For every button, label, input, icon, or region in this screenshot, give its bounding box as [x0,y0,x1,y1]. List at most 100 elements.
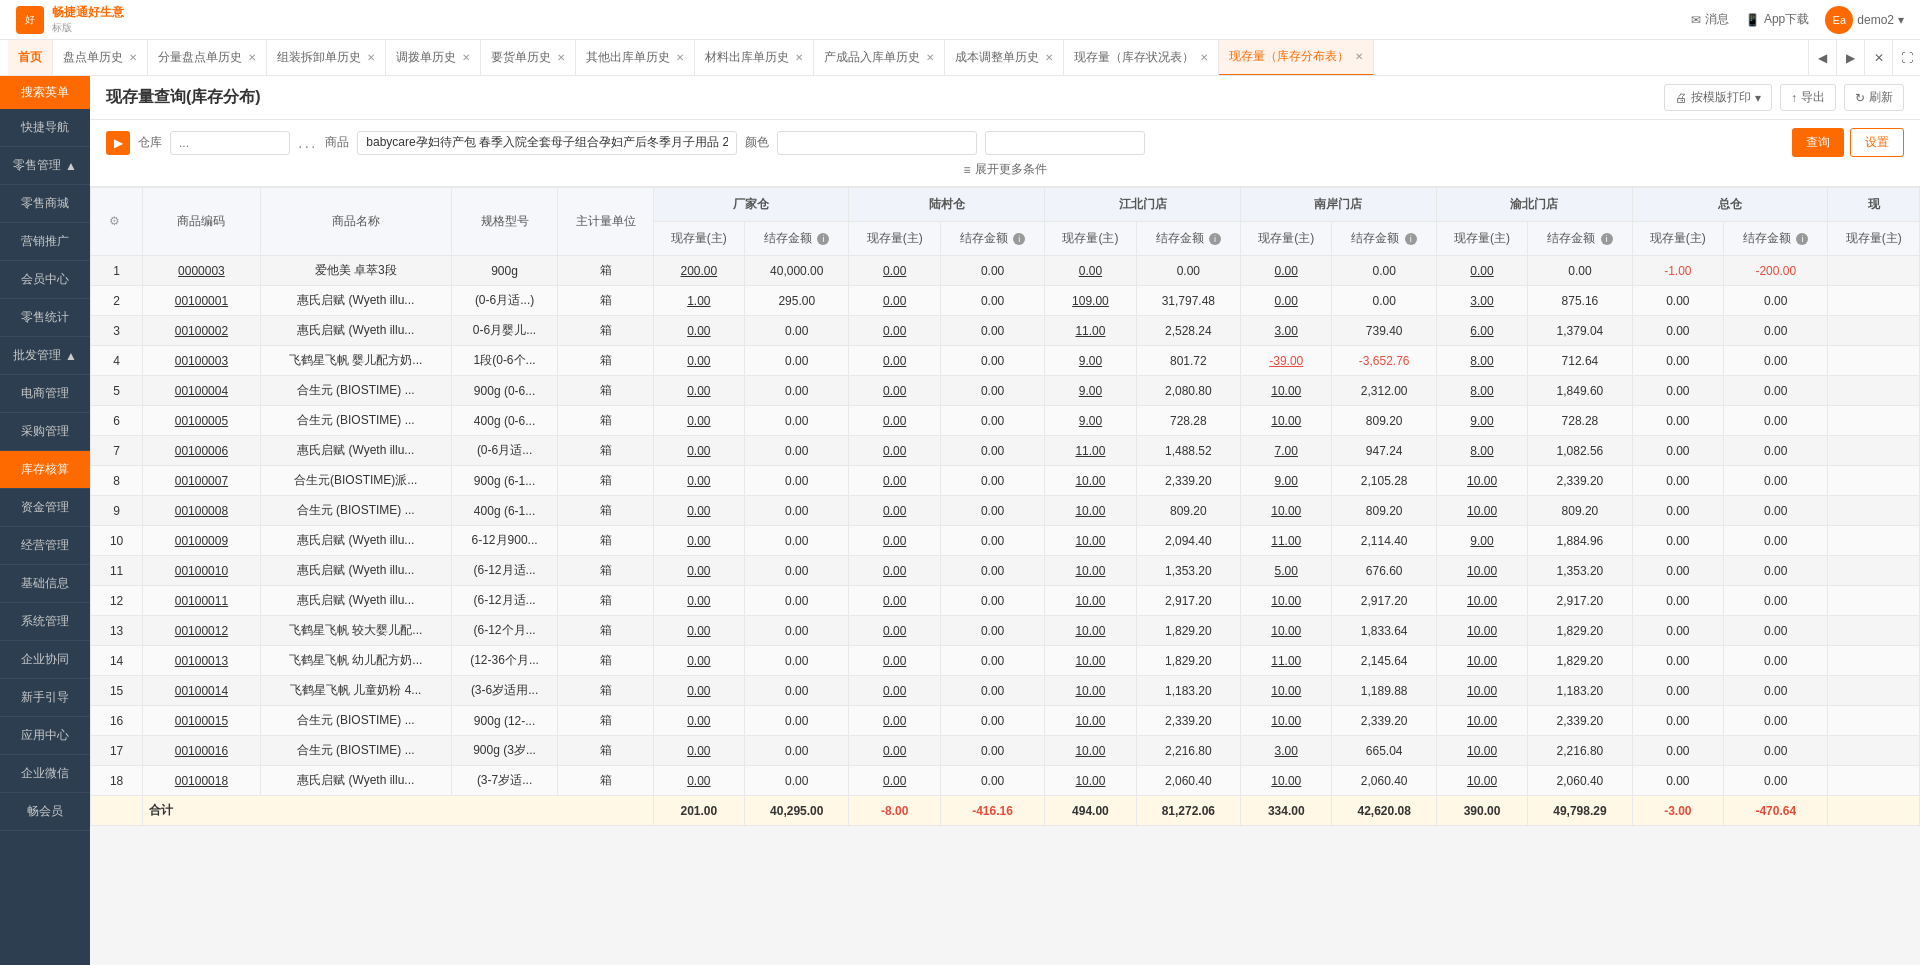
cell-f-amt: 0.00 [745,616,849,646]
info-icon-f[interactable]: i [817,233,829,245]
table-row: 10 00100009 惠氏启赋 (Wyeth illu... 6-12月900… [91,526,1920,556]
nav-next-arrow[interactable]: ▶ [1836,40,1864,76]
info-icon-jb[interactable]: i [1209,233,1221,245]
sidebar-item-ecommerce[interactable]: 电商管理 [0,375,90,413]
cell-jb-qty: 10.00 [1045,646,1136,676]
product-input[interactable] [357,131,737,155]
cell-na-qty: 3.00 [1241,316,1332,346]
cell-code: 00100007 [143,466,260,496]
cell-l-qty: 0.00 [849,616,940,646]
sidebar-item-enterprise[interactable]: 企业协同 [0,641,90,679]
cell-t-amt: 0.00 [1724,346,1828,376]
sidebar-item-purchase[interactable]: 采购管理 [0,413,90,451]
color-select-input[interactable] [985,131,1145,155]
sidebar-item-operation[interactable]: 经营管理 [0,527,90,565]
sidebar-item-member2[interactable]: 畅会员 [0,793,90,831]
tab-kucun-status[interactable]: 现存量（库存状况表） ✕ [1064,40,1219,76]
sidebar-item-app-center[interactable]: 应用中心 [0,717,90,755]
info-icon-l[interactable]: i [1013,233,1025,245]
cell-f-amt: 0.00 [745,406,849,436]
tab-yaohuo[interactable]: 要货单历史 ✕ [481,40,576,76]
table-container[interactable]: ⚙ 商品编码 商品名称 规格型号 主计量单位 厂家仓 陆村仓 江北门店 南岸门店… [90,187,1920,948]
cell-jb-amt: 1,353.20 [1136,556,1240,586]
info-icon-yb[interactable]: i [1601,233,1613,245]
sidebar-quick-nav[interactable]: 快捷导航 [0,109,90,147]
cell-yb-qty: 8.00 [1436,346,1527,376]
sidebar-item-wholesale[interactable]: 批发管理 ▲ [0,337,90,375]
cell-f-qty: 0.00 [653,526,744,556]
sidebar-item-finance[interactable]: 资金管理 [0,489,90,527]
sidebar-item-member[interactable]: 会员中心 [0,261,90,299]
tab-pandian[interactable]: 盘点单历史 ✕ [53,40,148,76]
export-btn[interactable]: ↑ 导出 [1780,84,1836,111]
tab-chengpin[interactable]: 产成品入库单历史 ✕ [814,40,945,76]
gear-icon[interactable]: ⚙ [109,214,125,230]
tab-fenpan[interactable]: 分量盘点单历史 ✕ [148,40,267,76]
cell-f-amt: 0.00 [745,676,849,706]
cell-l-amt: 0.00 [940,646,1044,676]
cell-yb-qty: 9.00 [1436,526,1527,556]
tab-home[interactable]: 首页 [8,40,53,76]
cell-l-amt: 0.00 [940,526,1044,556]
cell-na-amt: 2,114.40 [1332,526,1436,556]
tab-cailiao[interactable]: 材料出库单历史 ✕ [695,40,814,76]
cell-unit: 箱 [558,616,653,646]
cell-name: 惠氏启赋 (Wyeth illu... [260,766,451,796]
sidebar-item-inventory[interactable]: 库存核算 [0,451,90,489]
refresh-btn[interactable]: ↻ 刷新 [1844,84,1904,111]
sidebar-item-marketing[interactable]: 营销推广 [0,223,90,261]
tab-diaobo[interactable]: 调拨单历史 ✕ [386,40,481,76]
message-btn[interactable]: ✉ 消息 [1691,11,1729,28]
cell-name: 惠氏启赋 (Wyeth illu... [260,586,451,616]
user-menu[interactable]: Ea demo2 ▾ [1825,6,1904,34]
cell-code: 00100011 [143,586,260,616]
cell-yb-amt: 1,353.20 [1528,556,1632,586]
sidebar-item-system[interactable]: 系统管理 [0,603,90,641]
cell-code: 00100004 [143,376,260,406]
settings-button[interactable]: 设置 [1850,128,1904,157]
cell-unit: 箱 [558,436,653,466]
sidebar-item-wechat[interactable]: 企业微信 [0,755,90,793]
cell-name: 合生元 (BIOSTIME) ... [260,406,451,436]
tab-chengben[interactable]: 成本调整单历史 ✕ [945,40,1064,76]
query-button[interactable]: 查询 [1792,128,1844,157]
cell-name: 惠氏启赋 (Wyeth illu... [260,556,451,586]
col-t-amt: 结存金额 i [1724,222,1828,256]
cell-no: 3 [91,316,143,346]
expand-btn[interactable]: ≡ 展开更多条件 [963,161,1046,178]
sum-jb-qty: 494.00 [1045,796,1136,826]
cell-t-qty: 0.00 [1632,376,1723,406]
cell-l-qty: 0.00 [849,466,940,496]
col-yuebei-header: 渝北门店 [1436,188,1632,222]
sidebar-item-retail-mgmt[interactable]: 零售管理 ▲ [0,147,90,185]
sidebar-item-retail-mall[interactable]: 零售商城 [0,185,90,223]
cell-f-amt: 0.00 [745,436,849,466]
filter-toggle-btn[interactable]: ▶ [106,131,130,155]
sidebar-item-retail-stats[interactable]: 零售统计 [0,299,90,337]
cell-l-amt: 0.00 [940,316,1044,346]
tab-kucun-dist[interactable]: 现存量（库存分布表） ✕ [1219,40,1374,76]
color-input[interactable] [777,131,977,155]
app-download-btn[interactable]: 📱 App下载 [1745,11,1809,28]
cell-yb-amt: 1,829.20 [1528,646,1632,676]
info-icon-na[interactable]: i [1405,233,1417,245]
info-icon-t[interactable]: i [1796,233,1808,245]
nav-expand-arrow[interactable]: ⛶ [1892,40,1920,76]
sidebar-item-guide[interactable]: 新手引导 [0,679,90,717]
cell-jb-qty: 0.00 [1045,256,1136,286]
sidebar-item-base-info[interactable]: 基础信息 [0,565,90,603]
tab-zuhe[interactable]: 组装拆卸单历史 ✕ [267,40,386,76]
cell-code: 00100012 [143,616,260,646]
tab-qitachuku[interactable]: 其他出库单历史 ✕ [576,40,695,76]
nav-close-arrow[interactable]: ✕ [1864,40,1892,76]
cell-na-qty: 10.00 [1241,376,1332,406]
cell-code: 00100009 [143,526,260,556]
expand-icon: ≡ [963,163,970,177]
cell-f-qty: 0.00 [653,466,744,496]
warehouse-input[interactable] [170,131,290,155]
page-title: 现存量查询(库存分布) [106,87,261,108]
sidebar-search[interactable]: 搜索英单 [0,76,90,109]
print-btn[interactable]: 🖨 按模版打印 ▾ [1664,84,1772,111]
nav-prev-arrow[interactable]: ◀ [1808,40,1836,76]
cell-jb-amt: 1,183.20 [1136,676,1240,706]
